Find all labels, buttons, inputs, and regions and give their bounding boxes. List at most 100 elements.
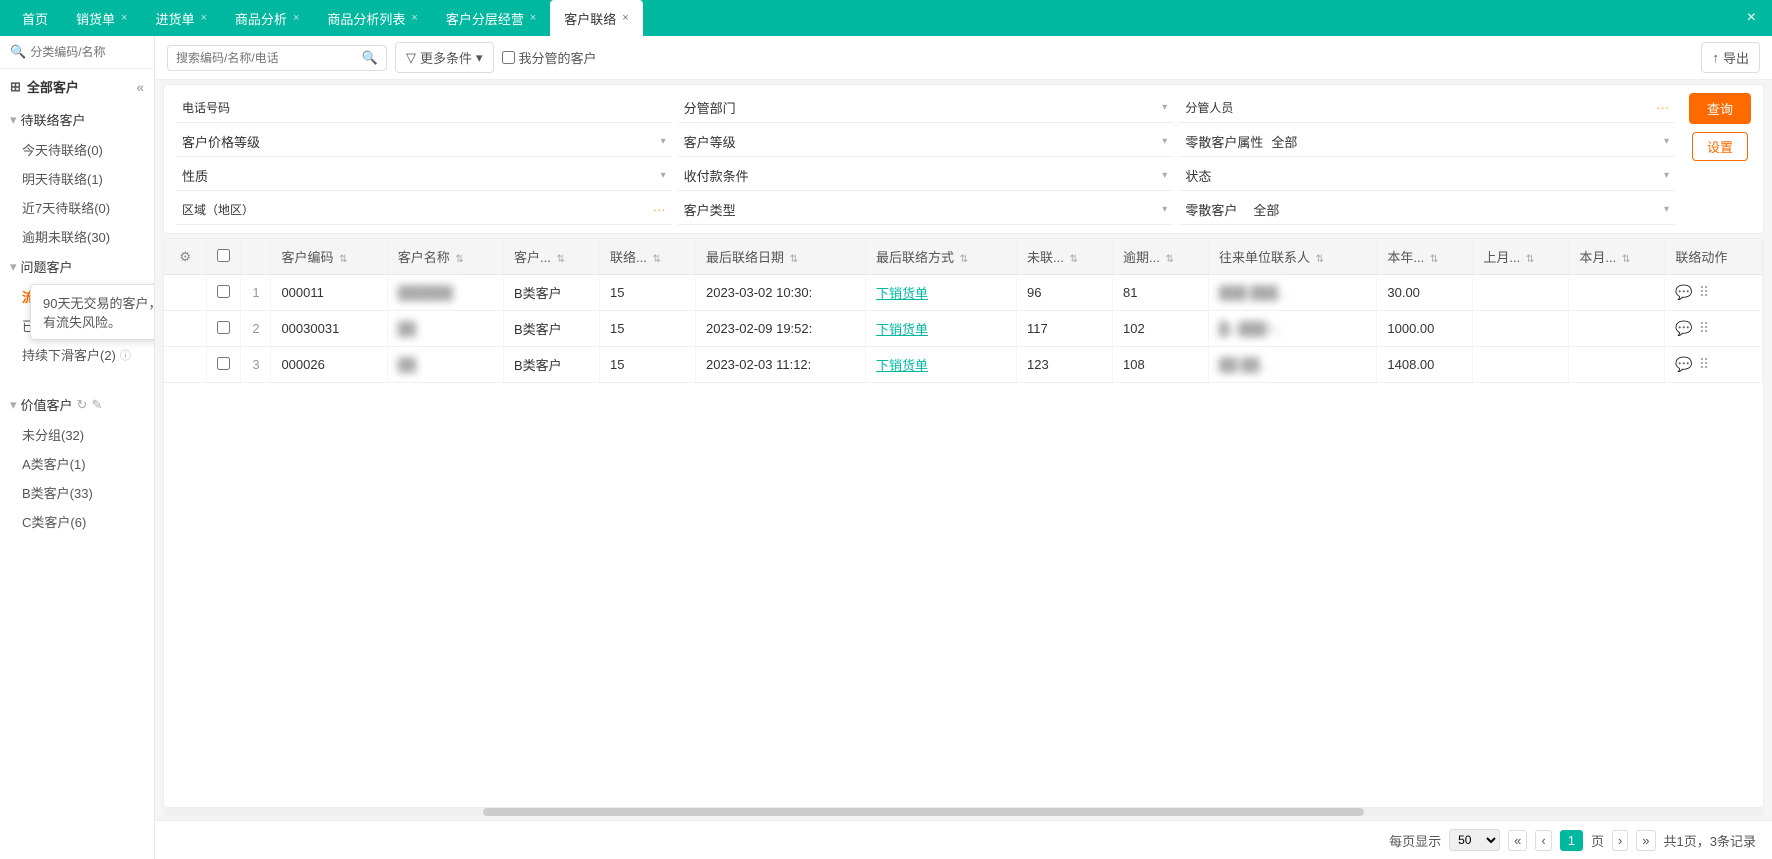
tab-home[interactable]: 首页 (8, 0, 62, 36)
more-conditions-btn[interactable]: ▽ 更多条件 ▾ (395, 42, 494, 73)
per-page-select[interactable]: 50 100 200 (1449, 829, 1500, 851)
col-contact-sort[interactable]: ⇅ (652, 254, 660, 265)
sidebar-item-declining[interactable]: 持续下滑客户(2) ⓘ (0, 340, 154, 369)
toolbar-search-icon[interactable]: 🔍 (362, 50, 378, 66)
row-checkbox-1[interactable] (207, 311, 241, 347)
col-code-sort[interactable]: ⇅ (339, 254, 347, 265)
row-select-1[interactable] (217, 321, 230, 334)
row-checkbox-0[interactable] (207, 275, 241, 311)
col-type-header[interactable]: 客户... ⇅ (503, 239, 599, 275)
row-gear-2[interactable] (164, 347, 207, 383)
action-chat-1[interactable]: 💬 (1675, 320, 1692, 337)
action-more-0[interactable]: ⠿ (1699, 284, 1709, 301)
tab-purchase[interactable]: 进货单 × (141, 0, 220, 36)
export-btn[interactable]: ↑ 导出 (1701, 42, 1760, 73)
value-edit-icon[interactable]: ✎ (91, 397, 102, 413)
sidebar-item-overdue[interactable]: 逾期未联络(30) (0, 222, 154, 251)
filter-payment[interactable]: 收付款条件 ▾ (678, 161, 1174, 191)
row-select-2[interactable] (217, 357, 230, 370)
filter-dept[interactable]: 分管部门 ▾ (678, 93, 1174, 123)
tab-purchase-close[interactable]: × (200, 12, 206, 24)
page-prev-btn[interactable]: ‹ (1535, 830, 1551, 851)
tab-customer-tier[interactable]: 客户分层经营 × (432, 0, 550, 36)
col-overdue-header[interactable]: 逾期... ⇅ (1113, 239, 1209, 275)
sidebar-group-pending[interactable]: ▾ 待联络客户 (0, 104, 154, 135)
tab-analysis[interactable]: 商品分析 × (221, 0, 313, 36)
sidebar-collapse-btn[interactable]: « (136, 79, 144, 95)
action-more-1[interactable]: ⠿ (1699, 320, 1709, 337)
sidebar-item-ungrouped[interactable]: 未分组(32) (0, 420, 154, 449)
row-checkbox-2[interactable] (207, 347, 241, 383)
page-next-btn[interactable]: › (1612, 830, 1628, 851)
col-code-header[interactable]: 客户编码 ⇅ (271, 239, 387, 275)
sidebar-item-7days[interactable]: 近7天待联络(0) (0, 193, 154, 222)
col-gear[interactable]: ⚙ (164, 239, 207, 275)
filter-manager-dots[interactable]: ··· (1656, 100, 1669, 115)
filter-price-level[interactable]: 客户价格等级 ▾ (176, 127, 672, 157)
scrollbar-thumb[interactable] (483, 808, 1364, 816)
tab-analysis-list[interactable]: 商品分析列表 × (313, 0, 431, 36)
page-first-btn[interactable]: « (1508, 830, 1527, 851)
col-company-contact-header[interactable]: 往来单位联系人 ⇅ (1209, 239, 1377, 275)
tab-customer-tier-close[interactable]: × (530, 12, 536, 24)
col-name-sort[interactable]: ⇅ (455, 254, 463, 265)
tab-sales-close[interactable]: × (121, 12, 127, 24)
action-more-2[interactable]: ⠿ (1699, 356, 1709, 373)
col-last-contact-date-header[interactable]: 最后联络日期 ⇅ (695, 239, 865, 275)
my-customers-checkbox[interactable] (502, 51, 515, 64)
col-no-contact-sort[interactable]: ⇅ (1069, 254, 1077, 265)
col-this-month-header[interactable]: 本月... ⇅ (1569, 239, 1665, 275)
filter-phone-input[interactable] (250, 101, 666, 115)
sidebar-item-a-class[interactable]: A类客户(1) (0, 449, 154, 478)
sidebar-search-input[interactable] (30, 45, 144, 59)
col-checkbox-header[interactable] (207, 239, 241, 275)
sidebar-item-today[interactable]: 今天待联络(0) (0, 135, 154, 164)
col-last-month-sort[interactable]: ⇅ (1526, 254, 1534, 265)
page-last-btn[interactable]: » (1636, 830, 1655, 851)
filter-region-dots[interactable]: ··· (653, 202, 666, 217)
sidebar-group-problem[interactable]: ▾ 问题客户 (0, 251, 154, 282)
col-this-month-sort[interactable]: ⇅ (1622, 254, 1630, 265)
filter-retail-attr[interactable]: 零散客户属性 全部 ▾ (1179, 127, 1675, 157)
select-all-checkbox[interactable] (217, 249, 230, 262)
col-last-contact-way-header[interactable]: 最后联络方式 ⇅ (866, 239, 1017, 275)
col-this-year-sort[interactable]: ⇅ (1430, 254, 1438, 265)
table-horizontal-scrollbar[interactable] (163, 808, 1764, 816)
sidebar-group-value[interactable]: ▾ 价值客户 ↻ ✎ (0, 389, 154, 420)
col-company-contact-sort[interactable]: ⇅ (1316, 254, 1324, 265)
action-chat-0[interactable]: 💬 (1675, 284, 1692, 301)
col-overdue-sort[interactable]: ⇅ (1165, 254, 1173, 265)
value-refresh-icon[interactable]: ↻ (77, 397, 88, 413)
my-customers-checkbox-label[interactable]: 我分管的客户 (502, 48, 597, 67)
toolbar-search-input[interactable] (176, 51, 362, 65)
settings-btn[interactable]: 设置 (1692, 132, 1748, 161)
filter-retail-customer[interactable]: 零散客户 全部 ▾ (1179, 195, 1675, 225)
sidebar-item-tomorrow[interactable]: 明天待联络(1) (0, 164, 154, 193)
col-last-contact-date-sort[interactable]: ⇅ (790, 254, 798, 265)
tab-analysis-list-close[interactable]: × (411, 12, 417, 24)
filter-customer-level[interactable]: 客户等级 ▾ (678, 127, 1174, 157)
sidebar-item-b-class[interactable]: B类客户(33) (0, 478, 154, 507)
row-select-0[interactable] (217, 285, 230, 298)
col-name-header[interactable]: 客户名称 ⇅ (387, 239, 503, 275)
row-gear-0[interactable] (164, 275, 207, 311)
col-no-contact-header[interactable]: 未联... ⇅ (1017, 239, 1113, 275)
filter-nature[interactable]: 性质 ▾ (176, 161, 672, 191)
row-last-contact-way-0[interactable]: 下销货单 (866, 275, 1017, 311)
tab-bar-close-all[interactable]: × (1739, 9, 1764, 27)
query-btn[interactable]: 查询 (1689, 93, 1751, 124)
action-chat-2[interactable]: 💬 (1675, 356, 1692, 373)
filter-customer-type[interactable]: 客户类型 ▾ (678, 195, 1174, 225)
tab-customer-contact-close[interactable]: × (622, 12, 628, 24)
tab-analysis-close[interactable]: × (293, 12, 299, 24)
sidebar-item-c-class[interactable]: C类客户(6) (0, 507, 154, 536)
tab-customer-contact[interactable]: 客户联络 × (550, 0, 642, 36)
col-type-sort[interactable]: ⇅ (556, 254, 564, 265)
col-contact-header[interactable]: 联络... ⇅ (599, 239, 695, 275)
col-this-year-header[interactable]: 本年... ⇅ (1377, 239, 1473, 275)
declining-info-icon[interactable]: ⓘ (120, 347, 131, 363)
sidebar-all-customers[interactable]: ⊞ 全部客户 « (0, 69, 154, 104)
filter-status[interactable]: 状态 ▾ (1179, 161, 1675, 191)
tab-sales[interactable]: 销货单 × (62, 0, 141, 36)
row-last-contact-way-2[interactable]: 下销货单 (866, 347, 1017, 383)
